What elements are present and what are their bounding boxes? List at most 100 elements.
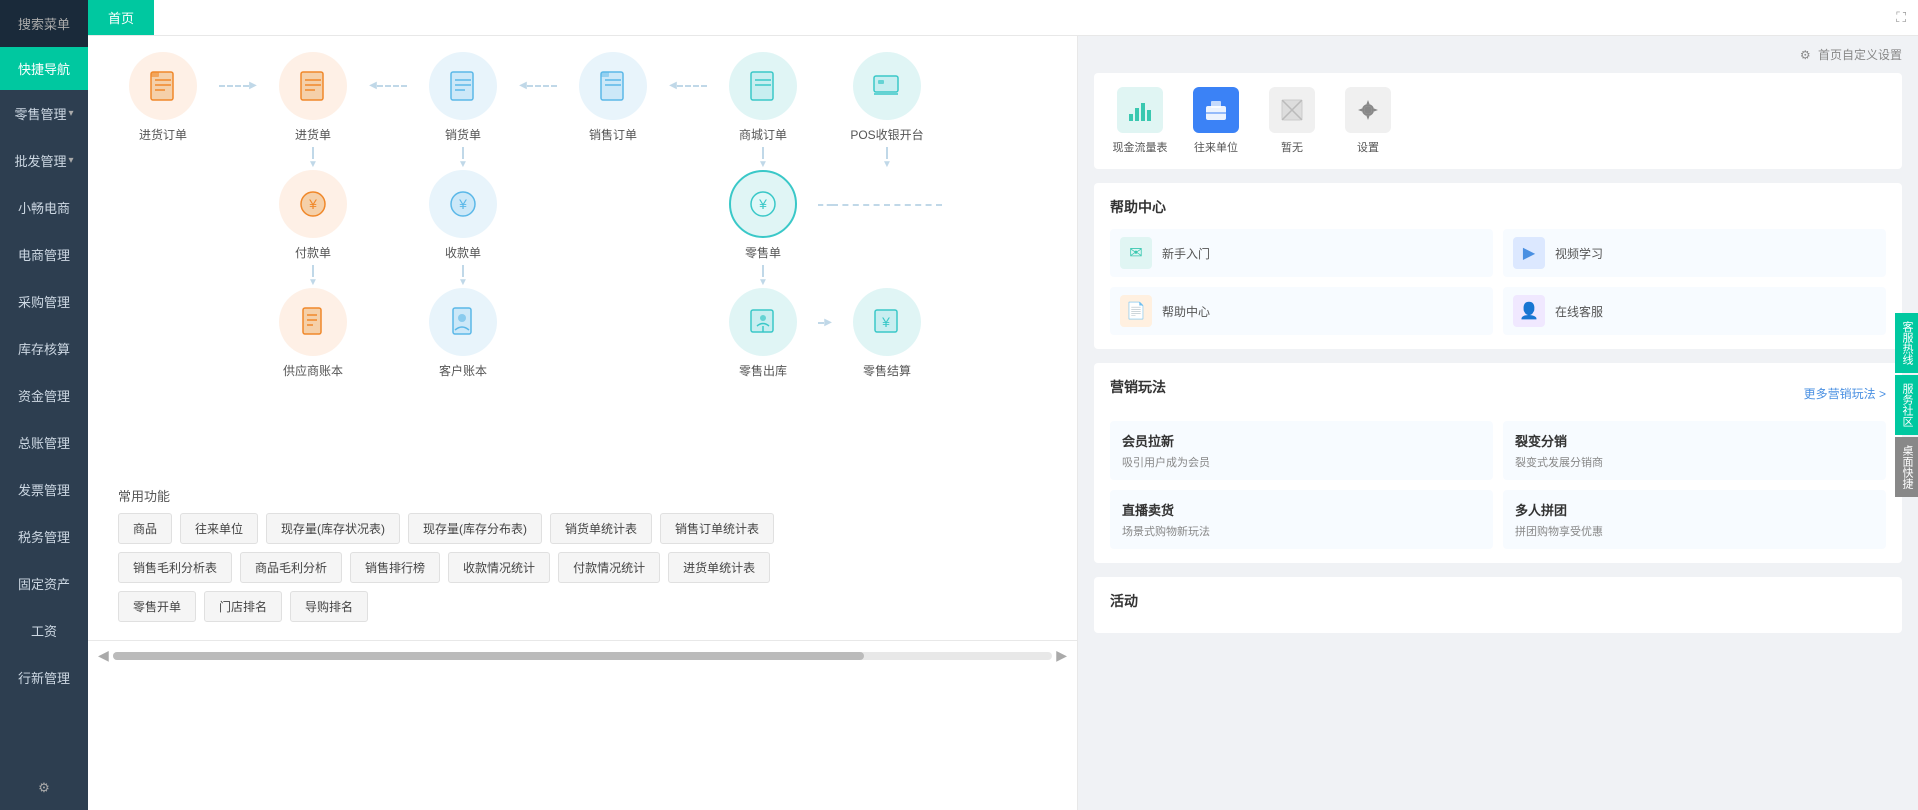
- sidebar-item-salary[interactable]: 工资: [0, 607, 88, 654]
- scroll-left[interactable]: ◀: [98, 647, 109, 664]
- cashflow-icon: [1117, 87, 1163, 133]
- video-icon: ▶: [1513, 237, 1545, 269]
- sidebar-item-purchase[interactable]: 采购管理: [0, 278, 88, 325]
- marketing-item-desc: 裂变式发展分销商: [1515, 454, 1874, 470]
- func-btn-guide-rank[interactable]: 导购排名: [290, 591, 368, 622]
- node-supplier-account[interactable]: 供应商账本: [258, 288, 368, 379]
- help-item-label: 帮助中心: [1162, 303, 1210, 320]
- node-label: 销货单: [445, 126, 481, 143]
- node-retail[interactable]: ¥ 零售单: [708, 170, 818, 261]
- func-btn-units[interactable]: 往来单位: [180, 513, 258, 544]
- tab-home[interactable]: 首页: [88, 0, 154, 35]
- sidebar-item-ecom-mgmt[interactable]: 电商管理: [0, 231, 88, 278]
- scroll-bar: ◀ ▶: [88, 640, 1077, 670]
- func-btn-sale-profit[interactable]: 销售毛利分析表: [118, 552, 232, 583]
- marketing-section: 营销玩法 更多营销玩法 > 会员拉新 吸引用户成为会员 裂变分销 裂变式发展分销…: [1094, 363, 1902, 563]
- func-btn-stock1[interactable]: 现存量(库存状况表): [266, 513, 400, 544]
- scroll-thumb: [113, 652, 865, 660]
- float-btn-community[interactable]: 服务社区: [1895, 375, 1918, 435]
- node-purchase-order[interactable]: 进货订单: [108, 52, 218, 143]
- sidebar-item-inventory[interactable]: 库存核算: [0, 325, 88, 372]
- sidebar-item-assets[interactable]: 固定资产: [0, 560, 88, 607]
- help-item-service[interactable]: 👤 在线客服: [1503, 287, 1886, 335]
- func-btn-store-rank[interactable]: 门店排名: [204, 591, 282, 622]
- node-label: 付款单: [295, 244, 331, 261]
- arrow-left-1: ◀: [368, 81, 408, 115]
- sidebar-settings[interactable]: ⚙: [0, 766, 88, 810]
- func-btn-goods-profit[interactable]: 商品毛利分析: [240, 552, 342, 583]
- func-btn-sale-order-stat[interactable]: 销售订单统计表: [660, 513, 774, 544]
- help-item-beginner[interactable]: ✉ 新手入门: [1110, 229, 1493, 277]
- empty-icon: [1269, 87, 1315, 133]
- quick-icon-units[interactable]: 往来单位: [1186, 87, 1246, 155]
- help-item-video[interactable]: ▶ 视频学习: [1503, 229, 1886, 277]
- float-btn-desktop[interactable]: 桌面快捷: [1895, 437, 1918, 497]
- node-label: 进货订单: [139, 126, 187, 143]
- node-sale-order[interactable]: 销售订单: [558, 52, 668, 143]
- node-label: 收款单: [445, 244, 481, 261]
- marketing-item-group[interactable]: 多人拼团 拼团购物享受优惠: [1503, 490, 1886, 549]
- node-retail-settle[interactable]: ¥ 零售结算: [832, 288, 942, 379]
- help-item-label: 视频学习: [1555, 245, 1603, 262]
- node-label: POS收银开台: [850, 126, 923, 143]
- help-item-label: 新手入门: [1162, 245, 1210, 262]
- marketing-item-title: 会员拉新: [1122, 431, 1481, 450]
- node-payment-out[interactable]: ¥ 付款单: [258, 170, 368, 261]
- sidebar-item-tax[interactable]: 税务管理: [0, 513, 88, 560]
- marketing-item-fission[interactable]: 裂变分销 裂变式发展分销商: [1503, 421, 1886, 480]
- marketing-item-member[interactable]: 会员拉新 吸引用户成为会员: [1110, 421, 1493, 480]
- node-retail-out[interactable]: 零售出库: [708, 288, 818, 379]
- content-area: 进货订单 ▶ 进货单: [88, 36, 1918, 810]
- svg-text:¥: ¥: [881, 314, 890, 330]
- arrow-left-2: ◀: [518, 81, 558, 115]
- func-btn-retail-order[interactable]: 零售开单: [118, 591, 196, 622]
- marketing-item-desc: 场景式购物新玩法: [1122, 523, 1481, 539]
- node-mall-order[interactable]: 商城订单: [708, 52, 818, 143]
- home-customize[interactable]: ⚙ 首页自定义设置: [1094, 46, 1902, 63]
- sidebar-item-other[interactable]: 行新管理: [0, 654, 88, 701]
- marketing-item-live[interactable]: 直播卖货 场景式购物新玩法: [1110, 490, 1493, 549]
- func-btn-purchase-stat[interactable]: 进货单统计表: [668, 552, 770, 583]
- sidebar-item-invoice[interactable]: 发票管理: [0, 466, 88, 513]
- node-label: 供应商账本: [283, 362, 343, 379]
- arrow-left-3: ◀: [668, 81, 708, 115]
- quick-icon-cashflow[interactable]: 现金流量表: [1110, 87, 1170, 155]
- node-sale[interactable]: 销货单: [408, 52, 518, 143]
- docs-icon: 📄: [1120, 295, 1152, 327]
- node-pos[interactable]: POS收银开台: [832, 52, 942, 143]
- quick-icon-empty[interactable]: 暂无: [1262, 87, 1322, 155]
- sidebar-item-retail[interactable]: 零售管理 ▾: [0, 90, 88, 137]
- sidebar-item-finance[interactable]: 资金管理: [0, 372, 88, 419]
- marketing-title: 营销玩法: [1110, 377, 1166, 397]
- expand-icon[interactable]: ⛶: [1884, 9, 1918, 26]
- sidebar-search[interactable]: 搜索菜单: [0, 0, 88, 47]
- node-purchase[interactable]: 进货单: [258, 52, 368, 143]
- func-btn-sale-rank[interactable]: 销售排行榜: [350, 552, 440, 583]
- marketing-item-desc: 吸引用户成为会员: [1122, 454, 1481, 470]
- quick-nav-panel: 进货订单 ▶ 进货单: [88, 36, 1078, 810]
- func-btn-sale-stat[interactable]: 销货单统计表: [550, 513, 652, 544]
- top-tabs: 首页 ⛶: [88, 0, 1918, 36]
- sidebar: 搜索菜单 快捷导航 零售管理 ▾ 批发管理 ▾ 小畅电商 电商管理 采购管理 库…: [0, 0, 88, 810]
- sidebar-item-wholesale[interactable]: 批发管理 ▾: [0, 137, 88, 184]
- node-customer-account[interactable]: 客户账本: [408, 288, 518, 379]
- sidebar-item-ledger[interactable]: 总账管理: [0, 419, 88, 466]
- func-row-2: 销售毛利分析表 商品毛利分析 销售排行榜 收款情况统计 付款情况统计 进货单统计…: [118, 552, 1047, 583]
- sidebar-nav-active[interactable]: 快捷导航: [0, 47, 88, 90]
- func-btn-stock2[interactable]: 现存量(库存分布表): [408, 513, 542, 544]
- sidebar-item-ecom[interactable]: 小畅电商: [0, 184, 88, 231]
- flow-diagram: 进货订单 ▶ 进货单: [88, 36, 1077, 476]
- main-area: 首页 ⛶ 进货订单: [88, 0, 1918, 810]
- func-btn-payment-stat[interactable]: 付款情况统计: [558, 552, 660, 583]
- scroll-right[interactable]: ▶: [1056, 647, 1067, 664]
- node-payment-in[interactable]: ¥ 收款单: [408, 170, 518, 261]
- more-marketing-link[interactable]: 更多营销玩法 >: [1804, 385, 1886, 402]
- help-item-docs[interactable]: 📄 帮助中心: [1110, 287, 1493, 335]
- help-center-title: 帮助中心: [1110, 197, 1886, 217]
- func-btn-goods[interactable]: 商品: [118, 513, 172, 544]
- float-btn-service[interactable]: 客服热线: [1895, 313, 1918, 373]
- quick-icon-settings[interactable]: 设置: [1338, 87, 1398, 155]
- service-icon: 👤: [1513, 295, 1545, 327]
- func-btn-receipt-stat[interactable]: 收款情况统计: [448, 552, 550, 583]
- scroll-track[interactable]: [113, 652, 1052, 660]
